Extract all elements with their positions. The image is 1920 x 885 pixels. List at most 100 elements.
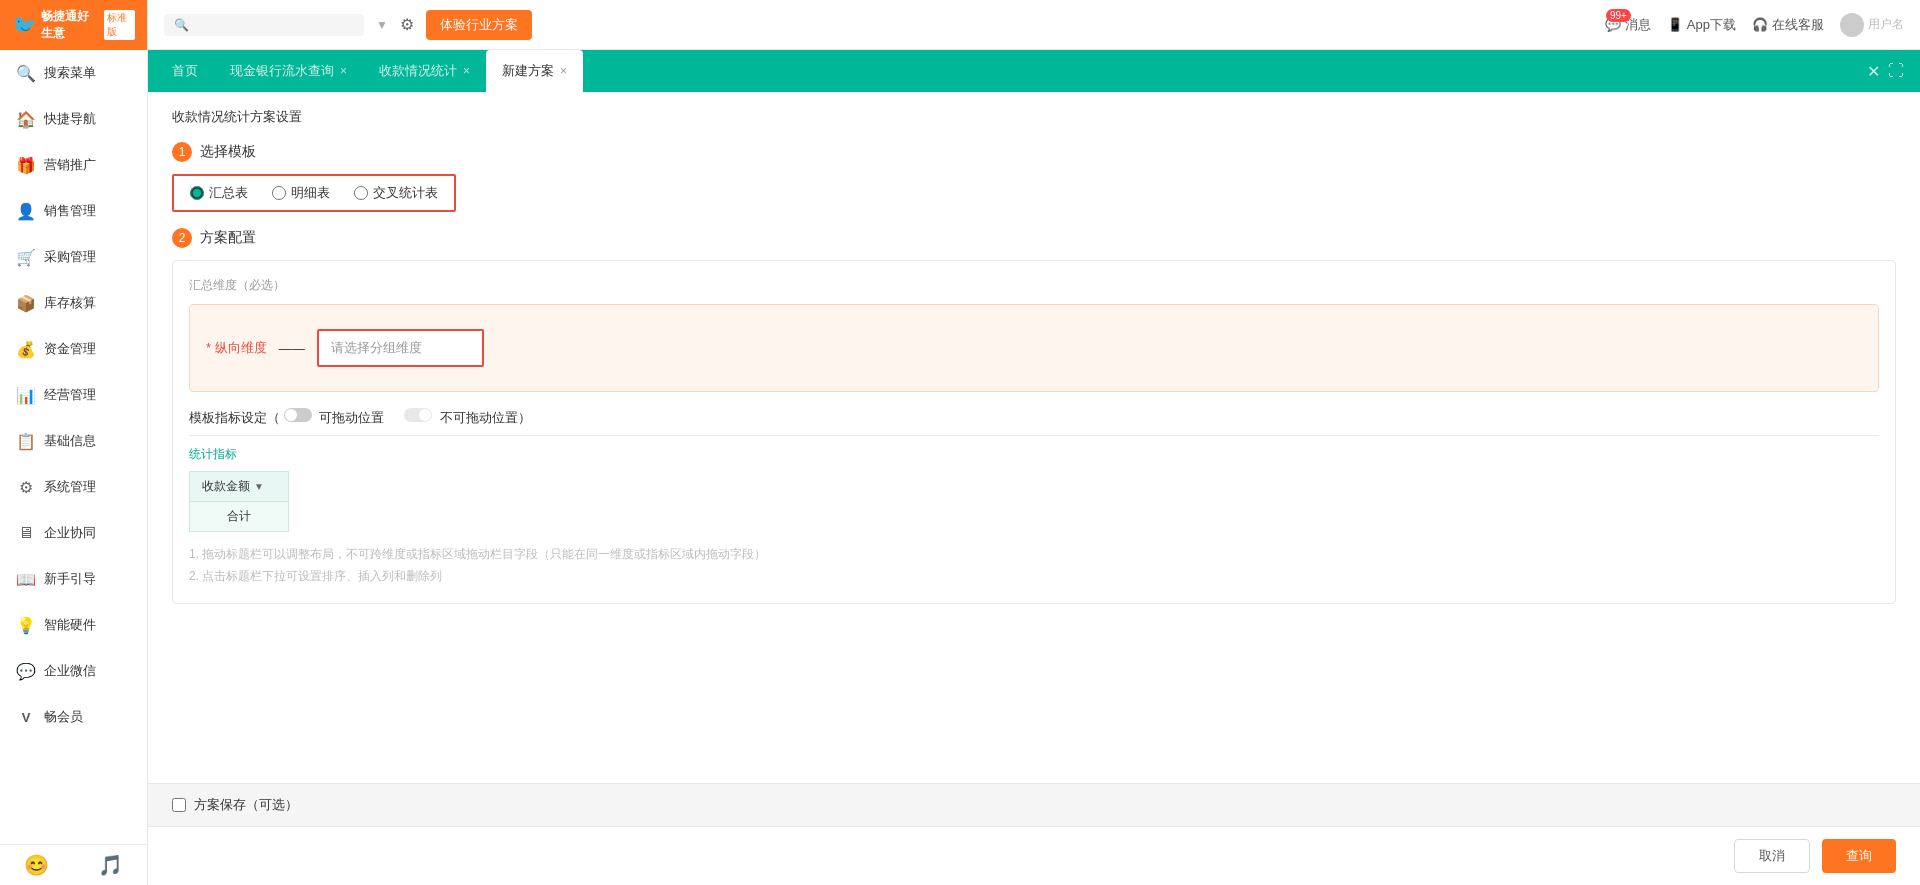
query-button[interactable]: 查询 bbox=[1822, 839, 1896, 873]
sidebar-item-operation[interactable]: 📊 经营管理 bbox=[0, 372, 147, 418]
metrics-label: 模板指标设定（ 可拖动位置 不可拖动位置） bbox=[189, 408, 1879, 436]
sidebar-bottom-face2[interactable]: 🎵 bbox=[90, 853, 130, 877]
sidebar-item-purchase[interactable]: 🛒 采购管理 bbox=[0, 234, 147, 280]
cancel-button[interactable]: 取消 bbox=[1734, 839, 1810, 873]
dimension-row: * 纵向维度 —— 请选择分组维度 bbox=[206, 329, 484, 367]
search-icon: 🔍 bbox=[16, 63, 36, 83]
sidebar-item-label: 快捷导航 bbox=[44, 110, 96, 128]
support-action[interactable]: 🎧 在线客服 bbox=[1752, 16, 1824, 34]
save-label: 方案保存（可选） bbox=[194, 796, 298, 814]
radio-detail-input[interactable] bbox=[272, 186, 286, 200]
dimension-select[interactable]: 请选择分组维度 bbox=[317, 329, 484, 367]
tab-new-plan-label: 新建方案 bbox=[502, 62, 554, 80]
radio-detail-label: 明细表 bbox=[291, 184, 330, 202]
step2-section: 2 方案配置 汇总维度（必选） * 纵向维度 —— 请选择分组 bbox=[172, 228, 1896, 604]
radio-summary-label: 汇总表 bbox=[209, 184, 248, 202]
book-icon: 📖 bbox=[16, 569, 36, 589]
user-icon: 👤 bbox=[16, 201, 36, 221]
sidebar-item-label: 经营管理 bbox=[44, 386, 96, 404]
step2-number: 2 bbox=[172, 228, 192, 248]
sidebar-item-collab[interactable]: 🖥 企业协同 bbox=[0, 510, 147, 556]
sidebar-item-search[interactable]: 🔍 搜索菜单 bbox=[0, 50, 147, 96]
support-icon: 🎧 bbox=[1752, 17, 1768, 32]
sidebar-item-nav[interactable]: 🏠 快捷导航 bbox=[0, 96, 147, 142]
page-title: 收款情况统计方案设置 bbox=[172, 108, 1896, 126]
sidebar: 🐦 畅捷通好生意 标准版 🔍 搜索菜单 🏠 快捷导航 🎁 营销推广 👤 销售管理… bbox=[0, 0, 148, 885]
settings-gear-icon[interactable]: ⚙ bbox=[400, 15, 414, 34]
sidebar-item-sales[interactable]: 👤 销售管理 bbox=[0, 188, 147, 234]
tab-bar: 首页 现金银行流水查询 × 收款情况统计 × 新建方案 × ✕ ⛶ bbox=[148, 50, 1920, 92]
tab-expand-icon[interactable]: ⛶ bbox=[1888, 62, 1904, 80]
tab-stats-close[interactable]: × bbox=[463, 64, 470, 78]
download-action[interactable]: 📱 App下载 bbox=[1667, 16, 1736, 34]
radio-cross-label: 交叉统计表 bbox=[373, 184, 438, 202]
sidebar-bottom-face1[interactable]: 😊 bbox=[17, 853, 57, 877]
sidebar-item-label: 畅会员 bbox=[44, 708, 83, 726]
sidebar-item-member[interactable]: V 畅会员 bbox=[0, 694, 147, 740]
step1-section: 1 选择模板 汇总表 明细表 交叉统计表 bbox=[172, 142, 1896, 212]
tab-bank-close[interactable]: × bbox=[340, 64, 347, 78]
tab-new-plan[interactable]: 新建方案 × bbox=[486, 50, 583, 92]
user-avatar bbox=[1840, 13, 1864, 37]
content-area: 收款情况统计方案设置 1 选择模板 汇总表 明细表 bbox=[148, 92, 1920, 783]
sidebar-item-inventory[interactable]: 📦 库存核算 bbox=[0, 280, 147, 326]
stat-label: 统计指标 bbox=[189, 446, 1879, 463]
chevron-down-icon[interactable]: ▼ bbox=[376, 18, 388, 32]
sidebar-item-finance[interactable]: 💰 资金管理 bbox=[0, 326, 147, 372]
user-action[interactable]: 用户名 bbox=[1840, 13, 1904, 37]
sidebar-item-marketing[interactable]: 🎁 营销推广 bbox=[0, 142, 147, 188]
tip1: 1. 拖动标题栏可以调整布局，不可跨维度或指标区域拖动栏目字段（只能在同一维度或… bbox=[189, 544, 1879, 566]
sidebar-item-label: 资金管理 bbox=[44, 340, 96, 358]
tips-section: 1. 拖动标题栏可以调整布局，不可跨维度或指标区域拖动栏目字段（只能在同一维度或… bbox=[189, 544, 1879, 587]
step2-title: 方案配置 bbox=[200, 229, 256, 247]
app-logo: 🐦 畅捷通好生意 标准版 bbox=[0, 0, 147, 50]
sidebar-item-label: 搜索菜单 bbox=[44, 64, 96, 82]
dimension-label: 汇总维度（必选） bbox=[189, 277, 1879, 294]
chart-icon: 📊 bbox=[16, 385, 36, 405]
sidebar-item-guide[interactable]: 📖 新手引导 bbox=[0, 556, 147, 602]
dropdown-arrow-icon[interactable]: ▼ bbox=[254, 481, 264, 492]
tab-home[interactable]: 首页 bbox=[156, 50, 214, 92]
radio-summary-input[interactable] bbox=[190, 186, 204, 200]
sidebar-item-wechat[interactable]: 💬 企业微信 bbox=[0, 648, 147, 694]
radio-cross[interactable]: 交叉统计表 bbox=[354, 184, 438, 202]
sidebar-item-base[interactable]: 📋 基础信息 bbox=[0, 418, 147, 464]
industry-button[interactable]: 体验行业方案 bbox=[426, 10, 532, 40]
sidebar-item-system[interactable]: ⚙ 系统管理 bbox=[0, 464, 147, 510]
metrics-col-cell: 合计 bbox=[189, 502, 289, 532]
save-checkbox[interactable] bbox=[172, 798, 186, 812]
sidebar-item-label: 系统管理 bbox=[44, 478, 96, 496]
step1-title: 选择模板 bbox=[200, 143, 256, 161]
sidebar-item-label: 企业微信 bbox=[44, 662, 96, 680]
box-icon: 📦 bbox=[16, 293, 36, 313]
message-action[interactable]: 💬 99+ 消息 bbox=[1605, 16, 1651, 34]
sidebar-item-hardware[interactable]: 💡 智能硬件 bbox=[0, 602, 147, 648]
header-actions: 💬 99+ 消息 📱 App下载 🎧 在线客服 用户名 bbox=[1605, 13, 1904, 37]
radio-cross-input[interactable] bbox=[354, 186, 368, 200]
sidebar-item-label: 企业协同 bbox=[44, 524, 96, 542]
radio-detail[interactable]: 明细表 bbox=[272, 184, 330, 202]
top-header: 🔍 ▼ ⚙ 体验行业方案 💬 99+ 消息 📱 App下载 🎧 在线客服 bbox=[148, 0, 1920, 50]
tab-home-label: 首页 bbox=[172, 62, 198, 80]
tab-bank[interactable]: 现金银行流水查询 × bbox=[214, 50, 363, 92]
search-bar[interactable]: 🔍 bbox=[164, 14, 364, 36]
tab-stats[interactable]: 收款情况统计 × bbox=[363, 50, 486, 92]
sidebar-item-label: 销售管理 bbox=[44, 202, 96, 220]
step1-header: 1 选择模板 bbox=[172, 142, 1896, 162]
tab-bank-label: 现金银行流水查询 bbox=[230, 62, 334, 80]
metrics-col-header[interactable]: 收款金额 ▼ bbox=[189, 471, 289, 502]
footer: 方案保存（可选） bbox=[148, 783, 1920, 826]
draggable-indicator bbox=[284, 408, 312, 422]
username-label: 用户名 bbox=[1868, 16, 1904, 33]
download-icon: 📱 bbox=[1667, 17, 1683, 32]
tab-new-plan-close[interactable]: × bbox=[560, 64, 567, 78]
metrics-grid: 收款金额 ▼ 合计 bbox=[189, 471, 1879, 532]
dimension-placeholder: 请选择分组维度 bbox=[331, 340, 422, 355]
radio-summary[interactable]: 汇总表 bbox=[190, 184, 248, 202]
arrow-icon: —— bbox=[279, 341, 305, 356]
metrics-column: 收款金额 ▼ 合计 bbox=[189, 471, 289, 532]
wechat-icon: 💬 bbox=[16, 661, 36, 681]
vertical-dim-label: * 纵向维度 bbox=[206, 339, 267, 357]
sidebar-bottom: 😊 🎵 bbox=[0, 844, 147, 885]
tab-close-icon[interactable]: ✕ bbox=[1867, 62, 1880, 81]
